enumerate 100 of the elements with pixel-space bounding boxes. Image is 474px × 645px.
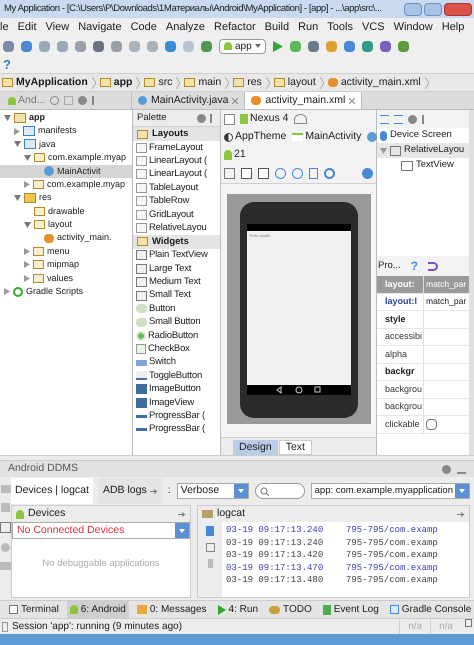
tree-item[interactable]: mipmap	[0, 258, 132, 272]
menu-bar-entry[interactable]: Refactor	[214, 18, 256, 36]
tree-item[interactable]: menu	[0, 244, 132, 258]
log-source: 795-795/com.examp	[346, 574, 438, 586]
mode-tab[interactable]: Design	[233, 440, 278, 455]
tree-item[interactable]: app	[0, 111, 132, 124]
property-name: backgr	[385, 365, 416, 378]
menu-bar-entry[interactable]: Tools	[327, 18, 353, 36]
menu-bar-entry[interactable]: VCS	[362, 18, 385, 36]
component-tree-item[interactable]: Device Screen	[377, 128, 469, 143]
palette-item[interactable]: RelativeLayou	[133, 221, 220, 235]
tree-item[interactable]: MainActivit	[0, 164, 132, 178]
property-name: accessibi	[385, 330, 423, 343]
property-name: layout:	[385, 278, 416, 291]
tool-window-button[interactable]: 4: Run	[214, 600, 262, 618]
palette-item[interactable]: CheckBox	[133, 342, 220, 356]
palette-item[interactable]: LinearLayout (	[133, 168, 220, 182]
tool-window-button[interactable]: 0: Messages	[134, 600, 210, 618]
activity-dropdown[interactable]: MainActivity	[292, 129, 362, 145]
device-dropdown[interactable]: Nexus 4	[240, 111, 289, 127]
ddms-tab[interactable]: ADB logs	[98, 478, 162, 504]
palette-item[interactable]: Button	[133, 302, 220, 316]
tool-window-button[interactable]: TODO	[266, 600, 315, 618]
tree-item[interactable]: com.example.myap	[0, 178, 132, 192]
help-button[interactable]: ?	[3, 54, 11, 74]
palette-item[interactable]: ToggleButton	[133, 369, 220, 383]
property-name: style	[385, 312, 407, 326]
tool-window-button[interactable]: 6: Android	[66, 600, 129, 618]
tree-item[interactable]: manifests	[0, 124, 132, 138]
component-tree-item[interactable]: RelativeLayou	[377, 143, 469, 158]
tree-item[interactable]: res	[0, 191, 132, 205]
menu-bar-entry[interactable]: Code	[130, 18, 157, 36]
property-name: layout:l	[385, 295, 418, 308]
menu-bar-entry[interactable]: Analyze	[166, 18, 206, 36]
tool-window-button[interactable]: Terminal	[6, 600, 62, 618]
palette-item[interactable]: FrameLayout	[133, 141, 220, 154]
property-name: backgrou	[385, 400, 423, 413]
breadcrumb-item[interactable]: main	[184, 74, 222, 90]
breadcrumb-item[interactable]: src	[144, 74, 172, 90]
palette-item[interactable]: ProgressBar (	[133, 422, 220, 436]
tree-item[interactable]: java	[0, 138, 132, 152]
menu-bar-entry[interactable]: View	[46, 18, 70, 36]
component-tree-item[interactable]: TextView	[377, 158, 469, 173]
panel-title: logcat	[217, 506, 246, 522]
menu-bar-entry[interactable]: le	[0, 18, 9, 36]
breadcrumb-item[interactable]: MyApplication	[2, 74, 88, 90]
palette-item[interactable]: Switch	[133, 356, 220, 370]
menu-bar-entry[interactable]: Edit	[18, 18, 37, 36]
panel-title: Android DDMS	[8, 461, 78, 476]
log-source: 795-795/com.examp	[346, 549, 438, 562]
palette-item[interactable]: Large Text	[133, 262, 220, 276]
process-dropdown[interactable]: app: com.example.myapplication	[310, 483, 470, 499]
log-source: 795-795/com.examp	[346, 536, 438, 549]
log-time: 03-19 09:17:13.470	[225, 562, 324, 574]
device-dropdown[interactable]: No Connected Devices	[12, 522, 190, 539]
run-config-dropdown[interactable]: app	[219, 38, 266, 54]
tree-item[interactable]: com.example.myap	[0, 151, 132, 165]
tree-item[interactable]: layout	[0, 218, 132, 232]
breadcrumb-item[interactable]: activity_main.xml	[328, 74, 421, 90]
menu-bar-entry[interactable]: Help	[442, 18, 464, 36]
api-level-dropdown[interactable]: 21	[224, 147, 246, 163]
palette-group-header[interactable]: Widgets	[133, 234, 220, 249]
palette-item[interactable]: GridLayout	[133, 208, 220, 222]
tree-item[interactable]: activity_main.	[0, 232, 132, 245]
menu-bar-entry[interactable]: Navigate	[78, 18, 122, 36]
log-source: 795-795/com.examp	[346, 562, 438, 574]
property-name: backgrou	[385, 382, 423, 396]
palette-item[interactable]: RadioButton	[133, 329, 220, 342]
palette-group-header[interactable]: Layouts	[133, 127, 220, 141]
menu-bar-entry[interactable]: Build	[264, 18, 290, 36]
palette-item[interactable]: Plain TextView	[133, 248, 220, 262]
palette-item[interactable]: ProgressBar (	[133, 409, 220, 423]
tree-item[interactable]: drawable	[0, 204, 132, 218]
palette-item[interactable]: Medium Text	[133, 276, 220, 289]
log-time: 03-19 09:17:13.240	[225, 524, 324, 536]
log-level-dropdown[interactable]: Verbose	[176, 483, 249, 499]
breadcrumb-item[interactable]: layout	[274, 74, 316, 90]
ddms-tab[interactable]: Devices | logcat	[11, 478, 93, 504]
menu-bar-entry[interactable]: Window	[394, 18, 433, 36]
mode-tab[interactable]: Text	[278, 440, 312, 455]
tree-item[interactable]: values	[0, 272, 132, 286]
tree-item[interactable]: Gradle Scripts	[0, 285, 132, 298]
palette-item[interactable]: ImageView	[133, 396, 220, 410]
editor-tab[interactable]: activity_main.xml	[245, 92, 362, 109]
palette-item[interactable]: TableRow	[133, 194, 220, 208]
menu-bar-entry[interactable]: Run	[298, 18, 318, 36]
breadcrumb-item[interactable]: res	[233, 74, 262, 90]
tool-window-button[interactable]: Gradle Console	[386, 600, 474, 618]
breadcrumb-item[interactable]: app	[100, 74, 132, 90]
theme-dropdown[interactable]: AppTheme	[224, 129, 286, 145]
log-time: 03-19 09:17:13.240	[225, 536, 324, 549]
palette-item[interactable]: TableLayout	[133, 181, 220, 195]
panel-title: Palette	[137, 110, 167, 125]
log-source: 795-795/com.examp	[346, 524, 438, 536]
property-value[interactable]: match_par	[426, 295, 466, 308]
palette-item[interactable]: Small Text	[133, 288, 220, 302]
tool-window-button[interactable]: Event Log	[320, 600, 382, 618]
palette-item[interactable]: ImageButton	[133, 382, 220, 396]
palette-item[interactable]: Small Button	[133, 316, 220, 330]
palette-item[interactable]: LinearLayout (	[133, 154, 220, 168]
